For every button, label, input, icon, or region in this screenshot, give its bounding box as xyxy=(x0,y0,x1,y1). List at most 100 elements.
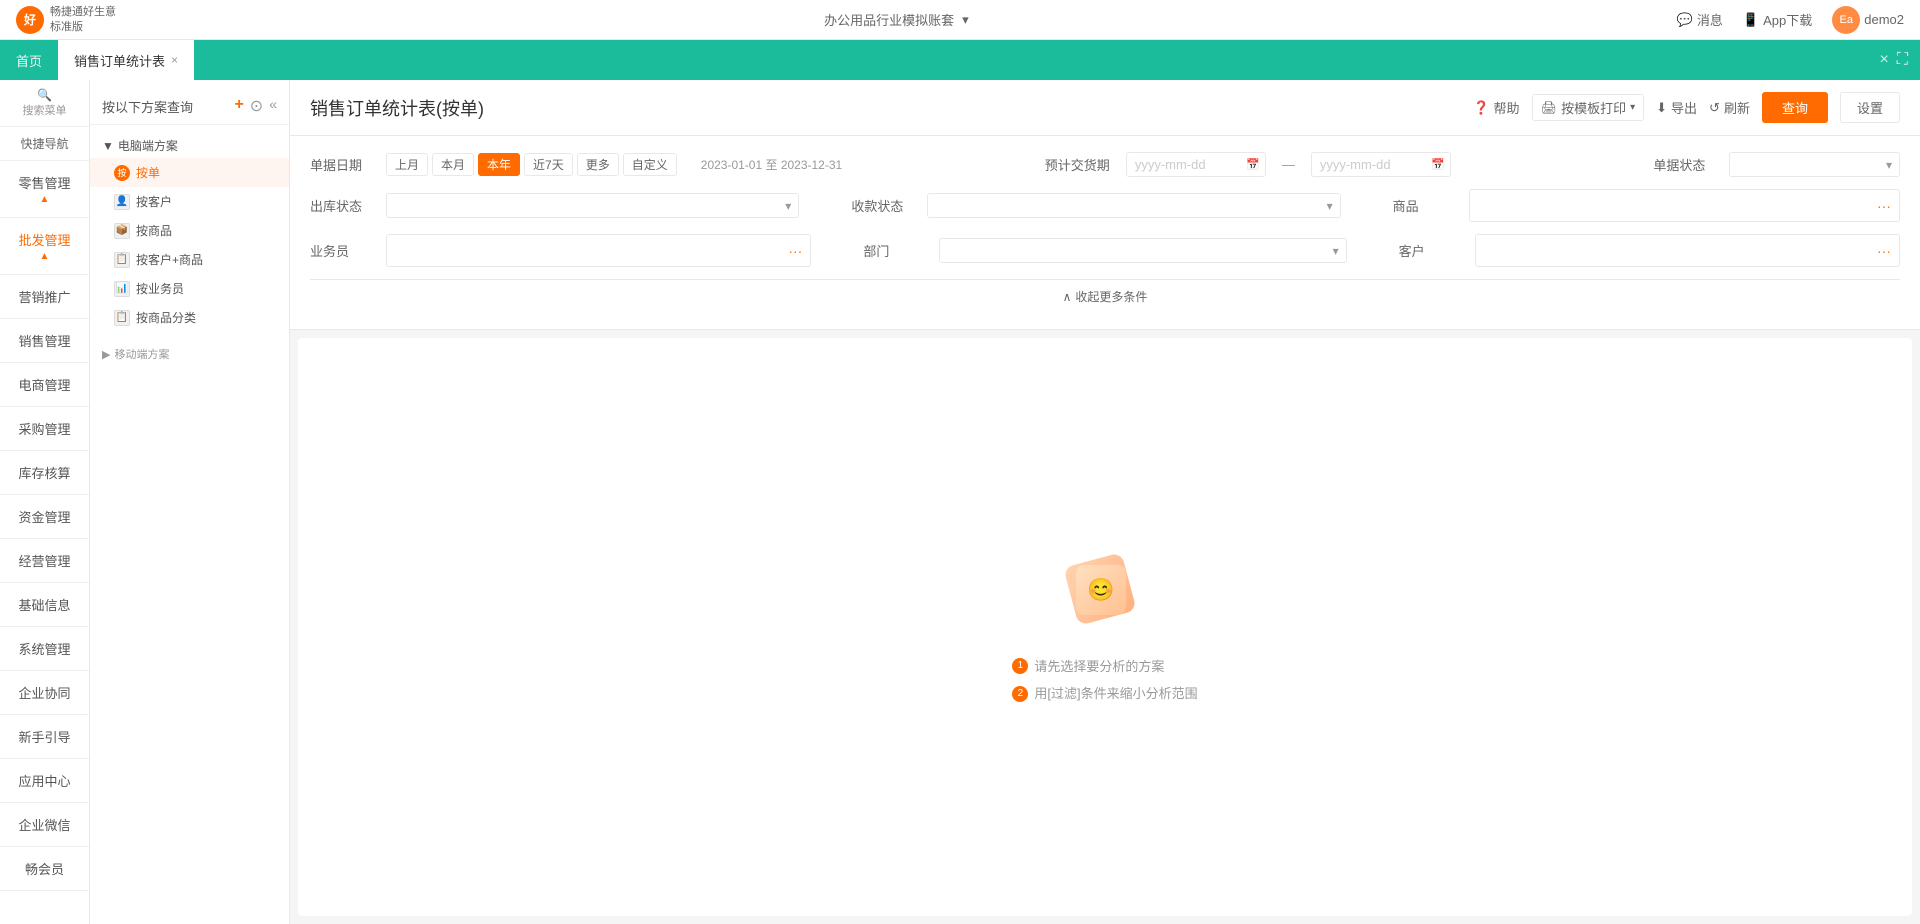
enterprise-label: 企业协同 xyxy=(18,683,70,702)
scheme-item-by-goods[interactable]: 📦 按商品 xyxy=(90,216,289,245)
salesperson-label: 业务员 xyxy=(310,241,370,260)
search-icon: 🔍 xyxy=(37,88,52,102)
scheme-item-by-salesperson[interactable]: 📊 按业务员 xyxy=(90,274,289,303)
salesperson-input-wrapper: ··· xyxy=(386,234,811,267)
sidebar-item-wholesale[interactable]: 批发管理 ▲ xyxy=(0,218,89,275)
expected-date-to-wrapper xyxy=(1311,152,1451,177)
data-area: 😊 1 请先选择要分析的方案 2 用[过滤]条件来缩小分析范围 xyxy=(298,338,1912,916)
date-range-display: 2023-01-01 至 2023-12-31 xyxy=(701,156,842,173)
date-btn-this-month[interactable]: 本月 xyxy=(432,153,474,176)
settings-scheme-button[interactable]: ⊙ xyxy=(250,96,263,116)
settings-button[interactable]: 设置 xyxy=(1840,92,1900,123)
scheme-item-by-customer[interactable]: 👤 按客户 xyxy=(90,187,289,216)
sidebar-item-marketing[interactable]: 营销推广 xyxy=(0,275,89,319)
sidebar-item-inventory[interactable]: 库存核算 xyxy=(0,451,89,495)
date-btn-this-year[interactable]: 本年 xyxy=(478,153,520,176)
tab-home[interactable]: 首页 xyxy=(0,40,58,80)
refresh-button[interactable]: ↺ 刷新 xyxy=(1709,98,1750,117)
salesperson-more-button[interactable]: ··· xyxy=(788,243,802,259)
date-label: 单据日期 xyxy=(310,155,370,174)
goods-input[interactable] xyxy=(1478,194,1877,217)
inventory-label: 库存核算 xyxy=(18,463,70,482)
pc-schemes-section: ▼ 电脑端方案 按 按单 👤 按客户 📦 按商品 xyxy=(90,125,289,340)
filter-row-3: 业务员 ··· 部门 客户 xyxy=(310,234,1900,267)
refresh-icon: ↺ xyxy=(1709,100,1720,116)
finance-label: 资金管理 xyxy=(18,507,70,526)
scheme-item-by-goods-category[interactable]: 📋 按商品分类 xyxy=(90,303,289,332)
scheme-item-by-customer-goods[interactable]: 📋 按客户+商品 xyxy=(90,245,289,274)
page-actions: ❓ 帮助 🖨 按模板打印 ▾ ⬇ 导出 ↺ 刷新 xyxy=(1473,92,1900,123)
sidebar-item-basic[interactable]: 基础信息 xyxy=(0,583,89,627)
tip-num-1: 1 xyxy=(1012,658,1028,674)
nav-tabs: 首页 销售订单统计表 × × ⛶ xyxy=(0,40,1920,80)
sidebar-item-retail[interactable]: 零售管理 ▲ xyxy=(0,161,89,218)
pay-status-select[interactable] xyxy=(927,193,1340,218)
user-menu[interactable]: Ea demo2 xyxy=(1832,6,1904,34)
wholesale-label: 批发管理 xyxy=(18,230,70,249)
scheme-item-by-order[interactable]: 按 按单 xyxy=(90,158,289,187)
sidebar-item-appstore[interactable]: 应用中心 xyxy=(0,759,89,803)
sidebar-item-purchase[interactable]: 采购管理 xyxy=(0,407,89,451)
left-panel-title: 按以下方案查询 xyxy=(102,97,193,116)
sidebar-item-operations[interactable]: 经营管理 xyxy=(0,539,89,583)
empty-state: 😊 1 请先选择要分析的方案 2 用[过滤]条件来缩小分析范围 xyxy=(1012,549,1197,706)
sidebar-item-sales[interactable]: 销售管理 xyxy=(0,319,89,363)
bill-status-select-wrapper xyxy=(1729,152,1900,177)
tab-close-icon[interactable]: × xyxy=(171,53,178,67)
filter-area: 单据日期 上月 本月 本年 近7天 更多 自定义 2023-01-01 至 20… xyxy=(290,136,1920,330)
bill-status-label: 单据状态 xyxy=(1653,155,1713,174)
add-scheme-button[interactable]: + xyxy=(234,96,243,116)
window-close-button[interactable]: × xyxy=(1879,51,1888,69)
date-btn-last-7days[interactable]: 近7天 xyxy=(524,153,573,176)
sidebar-item-system[interactable]: 系统管理 xyxy=(0,627,89,671)
collapse-panel-button[interactable]: « xyxy=(269,96,277,116)
collapse-filter-button[interactable]: ∧ 收起更多条件 xyxy=(310,279,1900,313)
download-icon: 📱 xyxy=(1743,12,1759,28)
expected-date-from-input[interactable] xyxy=(1126,152,1266,177)
message-button[interactable]: 💬 消息 xyxy=(1677,10,1723,29)
export-button[interactable]: ⬇ 导出 xyxy=(1656,98,1697,117)
sidebar-item-ecommerce[interactable]: 电商管理 xyxy=(0,363,89,407)
help-button[interactable]: ❓ 帮助 xyxy=(1473,98,1519,117)
salesperson-input[interactable] xyxy=(395,239,788,262)
dropdown-icon[interactable]: ▾ xyxy=(962,12,969,28)
app-download-button[interactable]: 📱 App下载 xyxy=(1743,10,1812,29)
top-bar-center[interactable]: 办公用品行业模拟账套 ▾ xyxy=(824,10,969,29)
date-btn-more[interactable]: 更多 xyxy=(577,153,619,176)
bill-status-select[interactable] xyxy=(1729,152,1900,177)
sidebar-item-wechat[interactable]: 企业微信 xyxy=(0,803,89,847)
date-btn-custom[interactable]: 自定义 xyxy=(623,153,677,176)
left-panel: 按以下方案查询 + ⊙ « ▼ 电脑端方案 按 按单 xyxy=(90,80,290,924)
purchase-label: 采购管理 xyxy=(18,419,70,438)
tab-sales-stats[interactable]: 销售订单统计表 × xyxy=(58,40,194,80)
department-select[interactable] xyxy=(939,238,1346,263)
sidebar-item-enterprise[interactable]: 企业协同 xyxy=(0,671,89,715)
sidebar-quick-nav[interactable]: 快捷导航 xyxy=(0,127,89,161)
goods-more-button[interactable]: ··· xyxy=(1877,198,1891,214)
out-status-select[interactable] xyxy=(386,193,799,218)
scheme-icon-by-goods: 📦 xyxy=(114,223,130,239)
goods-input-wrapper: ··· xyxy=(1469,189,1900,222)
scheme-icon-by-customer-goods: 📋 xyxy=(114,252,130,268)
date-btn-last-month[interactable]: 上月 xyxy=(386,153,428,176)
print-button[interactable]: 🖨 按模板打印 ▾ xyxy=(1532,94,1645,121)
expand-icon: ▼ xyxy=(102,139,114,153)
operations-label: 经营管理 xyxy=(18,551,70,570)
sidebar-item-finance[interactable]: 资金管理 xyxy=(0,495,89,539)
main-content: 🔍 搜索菜单 快捷导航 零售管理 ▲ 批发管理 ▲ 营销推广 销售管理 电商管理… xyxy=(0,80,1920,924)
sidebar-item-newbie[interactable]: 新手引导 xyxy=(0,715,89,759)
wechat-label: 企业微信 xyxy=(18,815,70,834)
window-expand-button[interactable]: ⛶ xyxy=(1897,51,1908,69)
sidebar-search[interactable]: 🔍 搜索菜单 xyxy=(0,80,89,127)
top-bar-right: 💬 消息 📱 App下载 Ea demo2 xyxy=(1677,6,1904,34)
expected-date-to-input[interactable] xyxy=(1311,152,1451,177)
basic-label: 基础信息 xyxy=(18,595,70,614)
mobile-section-title[interactable]: ▶ 移动端方案 xyxy=(90,340,289,368)
customer-more-button[interactable]: ··· xyxy=(1877,243,1891,259)
query-button[interactable]: 查询 xyxy=(1762,92,1828,123)
left-panel-header: 按以下方案查询 + ⊙ « xyxy=(90,88,289,125)
date-dash: — xyxy=(1282,157,1295,172)
customer-input[interactable] xyxy=(1484,239,1877,262)
sidebar-item-member[interactable]: 畅会员 xyxy=(0,847,89,891)
expected-date-from-wrapper xyxy=(1126,152,1266,177)
